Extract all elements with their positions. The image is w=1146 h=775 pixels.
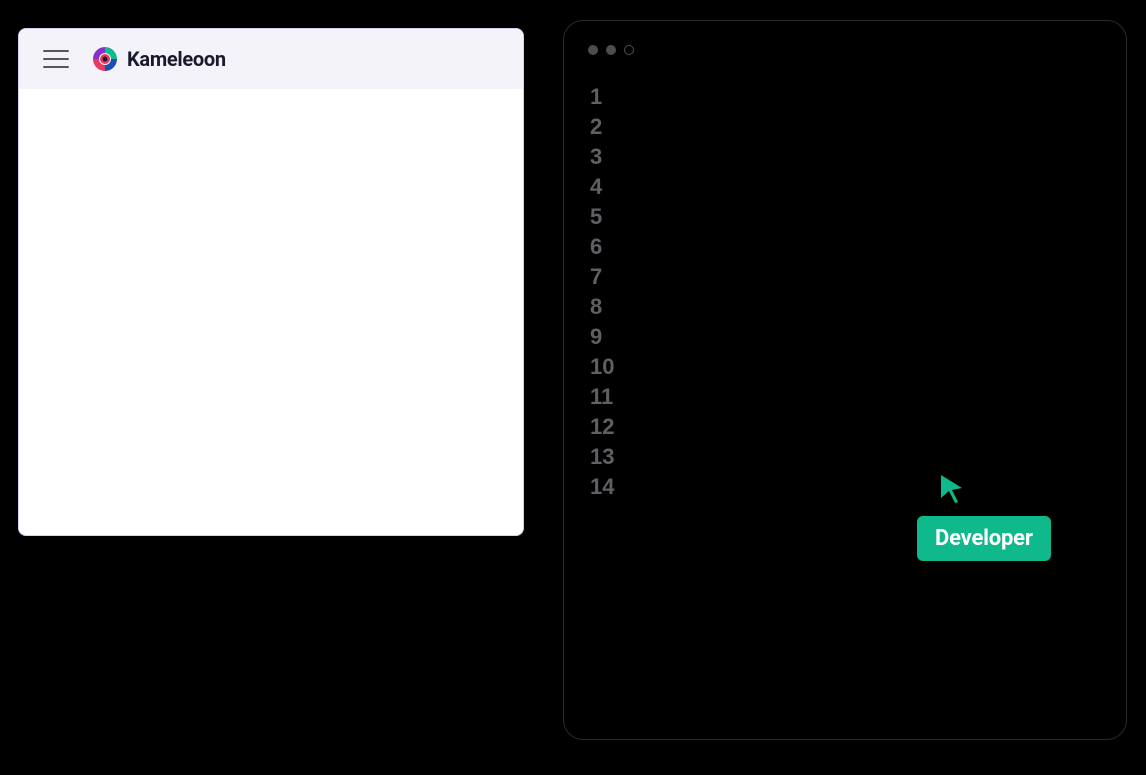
developer-badge: Developer xyxy=(917,516,1051,561)
hamburger-menu-icon[interactable] xyxy=(43,50,69,68)
kameleoon-logo-icon xyxy=(91,45,119,73)
line-number: 10 xyxy=(590,355,1102,379)
line-number: 13 xyxy=(590,445,1102,469)
line-number: 7 xyxy=(590,265,1102,289)
app-panel: Kameleoon xyxy=(18,28,524,536)
line-number: 2 xyxy=(590,115,1102,139)
line-number: 9 xyxy=(590,325,1102,349)
line-number: 1 xyxy=(590,85,1102,109)
line-number: 12 xyxy=(590,415,1102,439)
app-header: Kameleoon xyxy=(19,29,523,89)
window-dot-close-icon[interactable] xyxy=(588,45,598,55)
line-number: 11 xyxy=(590,385,1102,409)
code-editor-panel: 1 2 3 4 5 6 7 8 9 10 11 12 13 14 xyxy=(563,20,1127,740)
brand: Kameleoon xyxy=(91,45,226,73)
window-controls xyxy=(588,45,1102,55)
brand-name: Kameleoon xyxy=(127,47,226,71)
line-number: 6 xyxy=(590,235,1102,259)
window-dot-minimize-icon[interactable] xyxy=(606,45,616,55)
line-number: 14 xyxy=(590,475,1102,499)
line-number: 4 xyxy=(590,175,1102,199)
window-dot-maximize-icon[interactable] xyxy=(624,45,634,55)
line-number: 5 xyxy=(590,205,1102,229)
line-number: 3 xyxy=(590,145,1102,169)
cursor-pointer-icon xyxy=(940,474,966,504)
line-number-gutter: 1 2 3 4 5 6 7 8 9 10 11 12 13 14 xyxy=(588,85,1102,499)
line-number: 8 xyxy=(590,295,1102,319)
